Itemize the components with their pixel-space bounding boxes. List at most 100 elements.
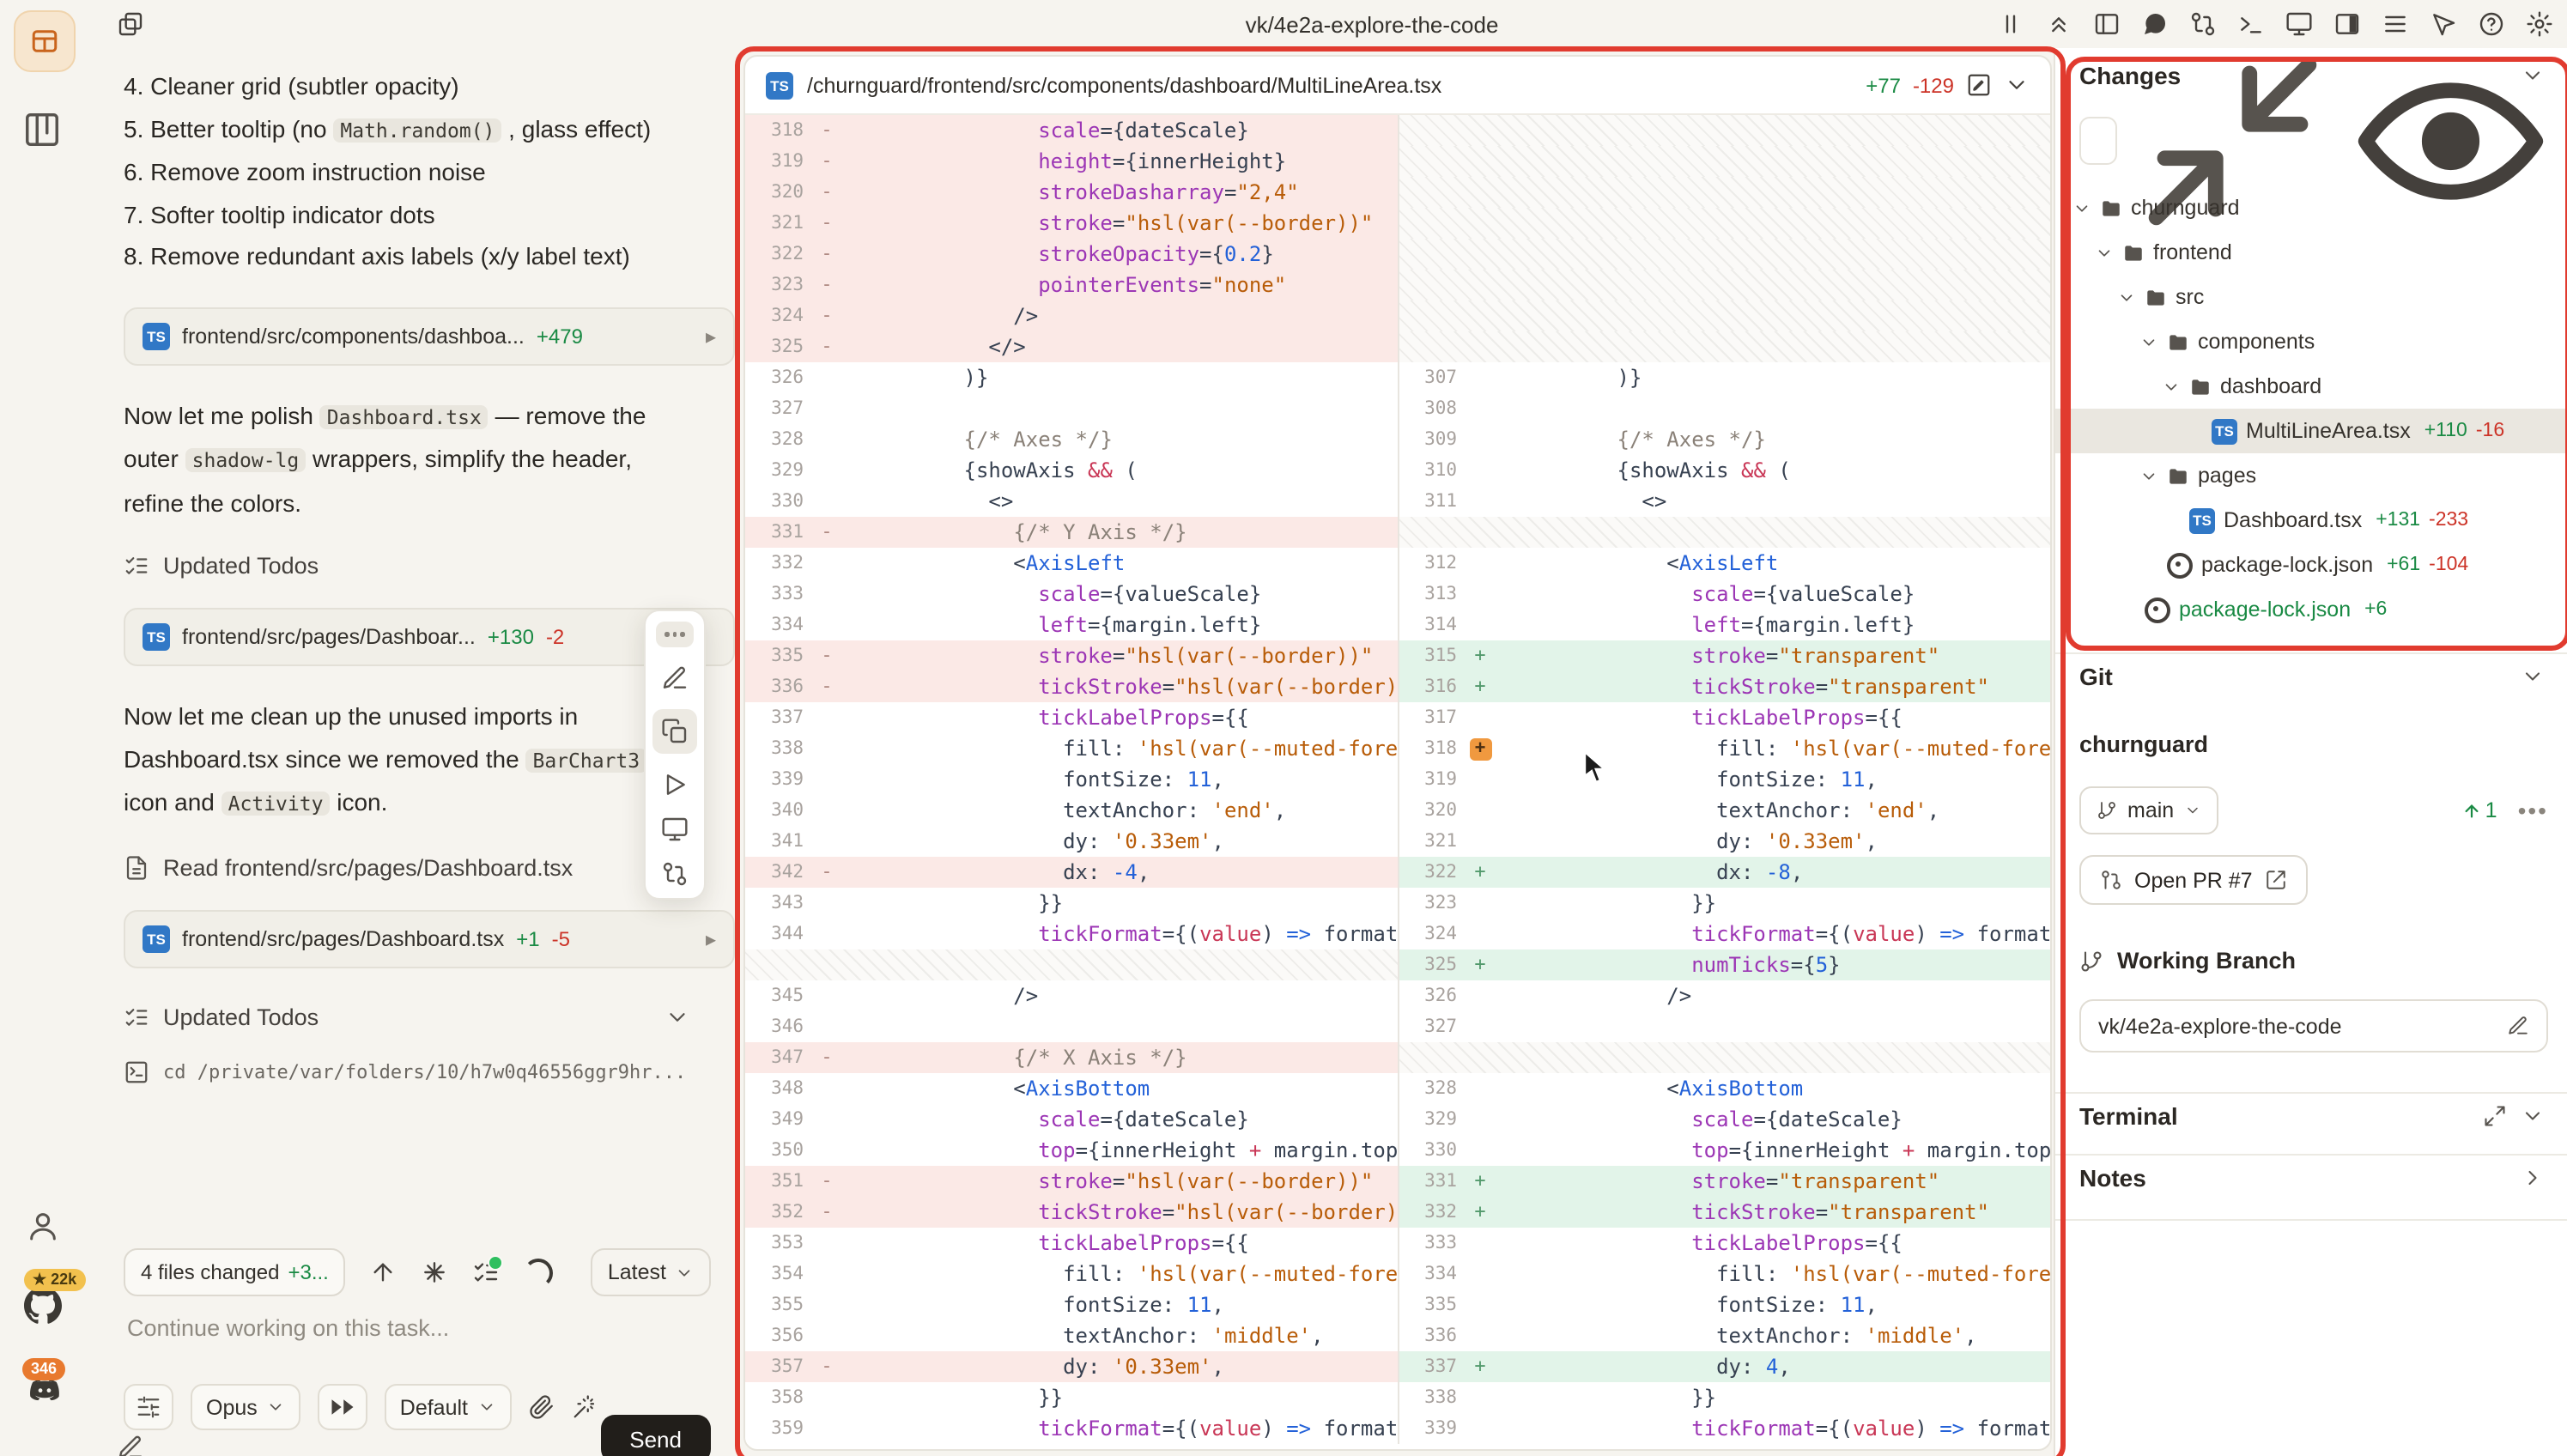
diff-line[interactable]: 318+ fill: 'hsl(var(--muted-foreground))…: [1397, 733, 2050, 764]
diff-line[interactable]: 328 <AxisBottom: [1397, 1073, 2050, 1104]
diff-line[interactable]: 354 fill: 'hsl(var(--muted-foreground))'…: [745, 1259, 1397, 1289]
git-more-options[interactable]: •••: [2518, 797, 2548, 824]
todo-update-row[interactable]: Updated Todos: [124, 553, 690, 579]
diff-line[interactable]: 334 fill: 'hsl(var(--muted-foreground))'…: [1397, 1259, 2050, 1289]
tree-folder-frontend[interactable]: frontend: [2055, 230, 2567, 275]
panel-right-icon[interactable]: [2333, 10, 2361, 38]
diff-line[interactable]: 331- {/* Y Axis */}: [745, 517, 1397, 548]
diff-line[interactable]: 344 tickFormat={(value) => formatValue(v…: [745, 919, 1397, 949]
read-file-row[interactable]: Read frontend/src/pages/Dashboard.tsx: [124, 854, 690, 880]
diff-line[interactable]: 338 fill: 'hsl(var(--muted-foreground))'…: [745, 733, 1397, 764]
diff-line[interactable]: 316+ tickStroke="transparent": [1397, 671, 2050, 702]
diff-line[interactable]: 324 tickFormat={(value) => formatValue(v…: [1397, 919, 2050, 949]
terminal-icon[interactable]: [2237, 10, 2265, 38]
tree-folder-pages[interactable]: pages: [2055, 453, 2567, 498]
more-options-icon[interactable]: [656, 622, 694, 647]
diff-line[interactable]: 326 )}: [745, 362, 1397, 393]
diff-line[interactable]: 335 fontSize: 11,: [1397, 1289, 2050, 1320]
diff-line[interactable]: 352- tickStroke="hsl(var(--border))": [745, 1197, 1397, 1228]
menu-icon[interactable]: [2382, 10, 2409, 38]
diff-line[interactable]: 327: [1397, 1011, 2050, 1042]
kanban-icon[interactable]: [22, 110, 62, 149]
tree-file-package-lock.json[interactable]: package-lock.json+6: [2055, 587, 2567, 632]
add-comment-button[interactable]: +: [1469, 738, 1491, 761]
diff-line[interactable]: 347- {/* X Axis */}: [745, 1042, 1397, 1073]
terminal-command-row[interactable]: cd /private/var/folders/10/h7w0q46556ggr…: [124, 1059, 690, 1084]
diff-line[interactable]: 332+ tickStroke="transparent": [1397, 1197, 2050, 1228]
pause-icon[interactable]: [1997, 10, 2024, 38]
diff-line[interactable]: 357- dy: '0.33em',: [745, 1351, 1397, 1382]
diff-line[interactable]: 346: [745, 1011, 1397, 1042]
diff-line[interactable]: 321 dy: '0.33em',: [1397, 826, 2050, 857]
settings-gear-icon[interactable]: [2526, 10, 2553, 38]
git-compare-icon[interactable]: [2189, 10, 2217, 38]
tree-file-Dashboard.tsx[interactable]: TSDashboard.tsx+131-233: [2055, 498, 2567, 543]
branch-dropdown[interactable]: main: [2079, 786, 2218, 834]
open-pr-button[interactable]: Open PR #7: [2079, 855, 2308, 905]
diff-line[interactable]: 335- stroke="hsl(var(--border))": [745, 640, 1397, 671]
sparkle-icon[interactable]: [422, 1259, 449, 1286]
monitor-icon[interactable]: [661, 816, 689, 843]
panel-left-icon[interactable]: [2093, 10, 2121, 38]
diff-line[interactable]: 329 scale={dateScale}: [1397, 1104, 2050, 1135]
chevron-down-icon[interactable]: [2521, 1104, 2545, 1128]
notes-section-header[interactable]: Notes: [2055, 1164, 2567, 1192]
diff-line[interactable]: 351- stroke="hsl(var(--border))": [745, 1166, 1397, 1197]
file-search-box[interactable]: [2079, 117, 2117, 165]
diff-line[interactable]: 339 fontSize: 11,: [745, 764, 1397, 795]
diff-line[interactable]: 310 {showAxis && (: [1397, 455, 2050, 486]
file-change-chip[interactable]: TS frontend/src/components/dashboa... +4…: [124, 306, 735, 365]
tree-folder-churnguard[interactable]: churnguard: [2055, 185, 2567, 230]
diff-line[interactable]: 311 <>: [1397, 486, 2050, 517]
diff-line[interactable]: 327: [745, 393, 1397, 424]
diff-line[interactable]: 336 textAnchor: 'middle',: [1397, 1320, 2050, 1351]
diff-line[interactable]: 339 tickFormat={(value) => formatValue(v…: [1397, 1413, 2050, 1444]
edit-icon[interactable]: [661, 664, 689, 692]
diff-line[interactable]: 348 <AxisBottom: [745, 1073, 1397, 1104]
edit-pencil-icon[interactable]: [2507, 1015, 2529, 1037]
todos-status-icon[interactable]: [473, 1259, 501, 1286]
diff-line[interactable]: 323 }}: [1397, 888, 2050, 919]
chevron-down-icon[interactable]: [665, 1004, 690, 1029]
diff-line[interactable]: 326 />: [1397, 980, 2050, 1011]
model-dropdown[interactable]: Opus: [191, 1384, 300, 1430]
send-button[interactable]: Send: [600, 1415, 711, 1456]
profile-icon[interactable]: [26, 1209, 60, 1243]
diff-line[interactable]: 353 tickLabelProps={{: [745, 1228, 1397, 1259]
sliders-settings-button[interactable]: [124, 1384, 173, 1430]
diff-line[interactable]: 321- stroke="hsl(var(--border))": [745, 208, 1397, 239]
diff-line[interactable]: 359 tickFormat={(value) => formatValue(v…: [745, 1413, 1397, 1444]
help-icon[interactable]: [2478, 10, 2505, 38]
chat-bubble-icon[interactable]: [2141, 10, 2169, 38]
diff-line[interactable]: 320- strokeDasharray="2,4": [745, 177, 1397, 208]
diff-line[interactable]: 312 <AxisLeft: [1397, 548, 2050, 579]
git-compare-icon[interactable]: [661, 860, 689, 888]
diff-line[interactable]: 331+ stroke="transparent": [1397, 1166, 2050, 1197]
chevrons-up-icon[interactable]: [2045, 10, 2072, 38]
diff-line[interactable]: 345 />: [745, 980, 1397, 1011]
diff-line[interactable]: 317 tickLabelProps={{: [1397, 702, 2050, 733]
diff-line[interactable]: 323- pointerEvents="none": [745, 270, 1397, 300]
diff-line[interactable]: 314 left={margin.left}: [1397, 610, 2050, 640]
tree-folder-src[interactable]: src: [2055, 275, 2567, 319]
diff-line[interactable]: 333 scale={valueScale}: [745, 579, 1397, 610]
diff-line[interactable]: 340 textAnchor: 'end',: [745, 795, 1397, 826]
diff-line[interactable]: 322+ dx: -8,: [1397, 857, 2050, 888]
attachment-icon[interactable]: [528, 1394, 554, 1420]
mode-dropdown[interactable]: Default: [385, 1384, 511, 1430]
diff-line[interactable]: 334 left={margin.left}: [745, 610, 1397, 640]
diff-line[interactable]: 336- tickStroke="hsl(var(--border))": [745, 671, 1397, 702]
diff-line[interactable]: 322- strokeOpacity={0.2}: [745, 239, 1397, 270]
diff-line[interactable]: 328 {/* Axes */}: [745, 424, 1397, 455]
git-section-header[interactable]: Git: [2055, 663, 2567, 690]
diff-line[interactable]: 330 <>: [745, 486, 1397, 517]
search-input[interactable]: [2095, 127, 2102, 155]
diff-line[interactable]: 325+ numTicks={5}: [1397, 949, 2050, 980]
open-in-editor-icon[interactable]: [1966, 72, 1992, 98]
diff-line[interactable]: 332 <AxisLeft: [745, 548, 1397, 579]
todo-update-row[interactable]: Updated Todos: [124, 1004, 690, 1029]
copy-icon[interactable]: [652, 709, 697, 754]
diff-line[interactable]: 319- height={innerHeight}: [745, 146, 1397, 177]
terminal-section-header[interactable]: Terminal: [2055, 1102, 2567, 1130]
diff-line[interactable]: 320 textAnchor: 'end',: [1397, 795, 2050, 826]
